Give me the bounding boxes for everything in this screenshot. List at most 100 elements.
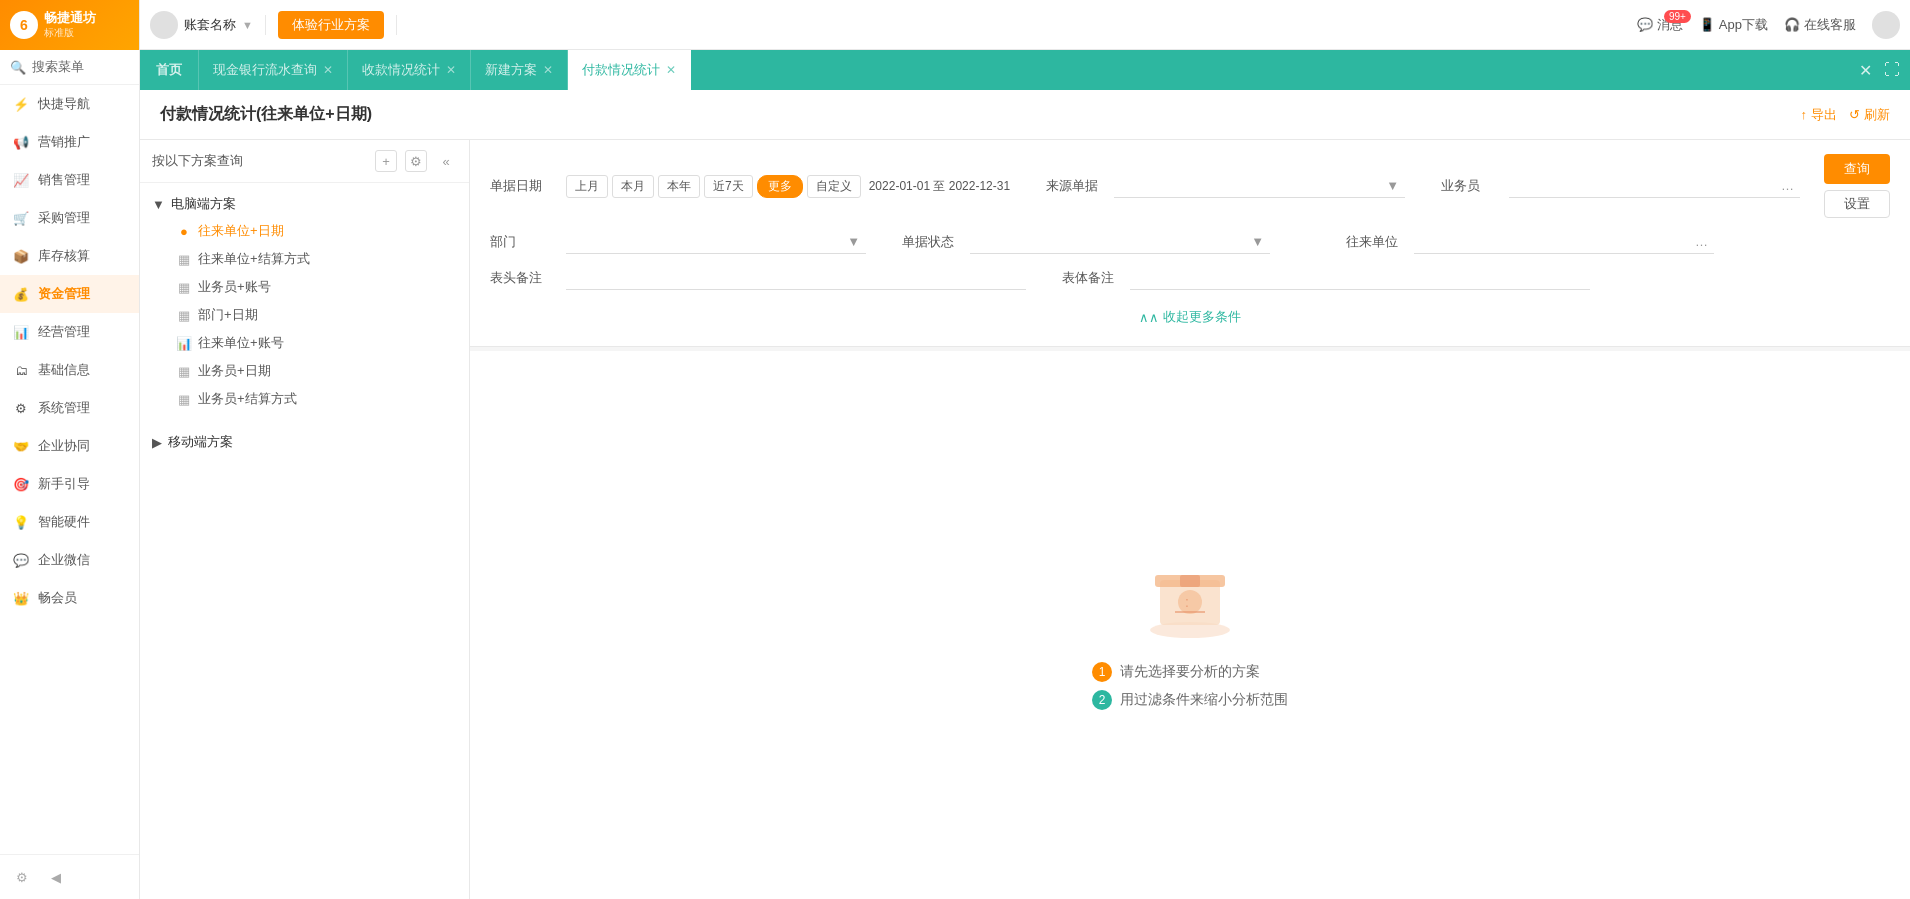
sidebar-item-inventory[interactable]: 📦 库存核算 xyxy=(0,237,139,275)
operations-icon: 📊 xyxy=(12,323,30,341)
last-7-days-btn[interactable]: 近7天 xyxy=(704,175,753,198)
query-btn[interactable]: 查询 xyxy=(1824,154,1890,184)
messages-btn[interactable]: 💬 消息 99+ xyxy=(1637,16,1683,34)
sidebar-item-basic-info[interactable]: 🗂 基础信息 xyxy=(0,351,139,389)
this-year-btn[interactable]: 本年 xyxy=(658,175,700,198)
tab-bar: 首页 现金银行流水查询 ✕ 收款情况统计 ✕ 新建方案 ✕ 付款情况统计 ✕ ✕… xyxy=(140,50,1910,90)
tab-new-scheme[interactable]: 新建方案 ✕ xyxy=(471,50,568,90)
tab-receipt-stats-close[interactable]: ✕ xyxy=(446,63,456,77)
chevron-down-icon[interactable]: ▼ xyxy=(242,19,253,31)
more-date-btn[interactable]: 更多 xyxy=(757,175,803,198)
collapse-label: 收起更多条件 xyxy=(1163,308,1241,326)
basic-info-icon: 🗂 xyxy=(12,361,30,379)
salesman-label: 业务员 xyxy=(1441,177,1501,195)
tab-bank-flow-close[interactable]: ✕ xyxy=(323,63,333,77)
settings-btn[interactable]: 设置 xyxy=(1824,190,1890,218)
sidebar-item-operations[interactable]: 📊 经营管理 xyxy=(0,313,139,351)
scheme-item-dept-date[interactable]: ▦ 部门+日期 xyxy=(168,301,457,329)
desktop-group-header[interactable]: ▼ 电脑端方案 xyxy=(152,191,457,217)
scheme-item-salesman-payment[interactable]: ▦ 业务员+结算方式 xyxy=(168,385,457,413)
close-tab-icon[interactable]: ✕ xyxy=(1859,61,1872,80)
avatar xyxy=(150,11,178,39)
search-menu[interactable]: 🔍 搜索菜单 xyxy=(0,50,139,85)
tab-receipt-stats[interactable]: 收款情况统计 ✕ xyxy=(348,50,471,90)
sidebar-item-label: 资金管理 xyxy=(38,285,90,303)
sidebar-item-purchase[interactable]: 🛒 采购管理 xyxy=(0,199,139,237)
sidebar-item-marketing[interactable]: 📢 营销推广 xyxy=(0,123,139,161)
sidebar-item-label: 系统管理 xyxy=(38,399,90,417)
doc-status-select[interactable]: ▼ xyxy=(970,230,1270,254)
scheme-item-label: 部门+日期 xyxy=(198,306,258,324)
sidebar-item-sales[interactable]: 📈 销售管理 xyxy=(0,161,139,199)
tab-payment-stats[interactable]: 付款情况统计 ✕ xyxy=(568,50,691,90)
collapse-panel-btn[interactable]: « xyxy=(435,150,457,172)
collapse-filter-btn[interactable]: ∧∧ 收起更多条件 xyxy=(1133,302,1247,332)
sidebar-item-cooperation[interactable]: 🤝 企业协同 xyxy=(0,427,139,465)
date-range-display: 2022-01-01 至 2022-12-31 xyxy=(869,178,1010,195)
source-doc-select[interactable]: ▼ xyxy=(1114,174,1405,198)
body-notes-label: 表体备注 xyxy=(1062,269,1122,287)
scheme-item-salesman-account[interactable]: ▦ 业务员+账号 xyxy=(168,273,457,301)
tab-home[interactable]: 首页 xyxy=(140,50,199,90)
mobile-group-header[interactable]: ▶ 移动端方案 xyxy=(152,429,457,455)
hint-text-1: 请先选择要分析的方案 xyxy=(1120,663,1260,681)
top-nav: 账套名称 ▼ 体验行业方案 💬 消息 99+ 📱 App下载 🎧 在线客服 xyxy=(140,0,1910,50)
date-buttons: 上月 本月 本年 近7天 更多 自定义 2022-01-01 至 2022-12… xyxy=(566,175,1010,198)
salesman-select[interactable]: … xyxy=(1509,174,1800,198)
tab-receipt-stats-label: 收款情况统计 xyxy=(362,61,440,79)
online-service-btn[interactable]: 🎧 在线客服 xyxy=(1784,16,1856,34)
purchase-icon: 🛒 xyxy=(12,209,30,227)
collapse-sidebar-icon[interactable]: ◀ xyxy=(44,865,68,889)
sidebar-item-capital[interactable]: 💰 资金管理 xyxy=(0,275,139,313)
app-download-label: App下载 xyxy=(1719,16,1768,34)
sidebar-item-guide[interactable]: 🎯 新手引导 xyxy=(0,465,139,503)
left-scheme-panel: 按以下方案查询 + ⚙ « ▼ 电脑端方案 ● 往来单位+日期 xyxy=(140,140,470,899)
inventory-icon: 📦 xyxy=(12,247,30,265)
scheme-item-label: 往来单位+结算方式 xyxy=(198,250,310,268)
sidebar-item-enterprise-wx[interactable]: 💬 企业微信 xyxy=(0,541,139,579)
tab-payment-stats-close[interactable]: ✕ xyxy=(666,63,676,77)
this-month-btn[interactable]: 本月 xyxy=(612,175,654,198)
tab-new-scheme-label: 新建方案 xyxy=(485,61,537,79)
add-scheme-btn[interactable]: + xyxy=(375,150,397,172)
desktop-group-arrow: ▼ xyxy=(152,197,165,212)
app-download-btn[interactable]: 📱 App下载 xyxy=(1699,16,1768,34)
settings-footer-icon[interactable]: ⚙ xyxy=(10,865,34,889)
sidebar-item-label: 销售管理 xyxy=(38,171,90,189)
export-icon: ↑ xyxy=(1801,107,1808,122)
member-icon: 👑 xyxy=(12,589,30,607)
tab-bank-flow[interactable]: 现金银行流水查询 ✕ xyxy=(199,50,348,90)
sidebar-item-quick-nav[interactable]: ⚡ 快捷导航 xyxy=(0,85,139,123)
custom-date-btn[interactable]: 自定义 xyxy=(807,175,861,198)
scheme-item-salesman-date[interactable]: ▦ 业务员+日期 xyxy=(168,357,457,385)
dept-select[interactable]: ▼ xyxy=(566,230,866,254)
sidebar-item-smart-hw[interactable]: 💡 智能硬件 xyxy=(0,503,139,541)
filter-row-2: 部门 ▼ 单据状态 ▼ 往来单 xyxy=(490,230,1890,254)
sidebar-item-label: 畅会员 xyxy=(38,589,77,607)
user-avatar-top[interactable] xyxy=(1872,11,1900,39)
desktop-group-label: 电脑端方案 xyxy=(171,195,236,213)
divider xyxy=(265,15,266,35)
mobile-group-arrow: ▶ xyxy=(152,435,162,450)
scheme-item-unit-payment[interactable]: ▦ 往来单位+结算方式 xyxy=(168,245,457,273)
scheme-item-unit-date[interactable]: ● 往来单位+日期 xyxy=(168,217,457,245)
app-edition: 标准版 xyxy=(44,26,96,40)
header-notes-input[interactable] xyxy=(566,266,1026,290)
svg-point-4 xyxy=(1178,590,1202,614)
tab-new-scheme-close[interactable]: ✕ xyxy=(543,63,553,77)
body-notes-input[interactable] xyxy=(1130,266,1590,290)
related-unit-select[interactable]: … xyxy=(1414,230,1714,254)
tab-bar-end: ✕ ⛶ xyxy=(1849,50,1910,90)
industry-btn[interactable]: 体验行业方案 xyxy=(278,11,384,39)
doc-date-label: 单据日期 xyxy=(490,177,550,195)
scheme-item-unit-account[interactable]: 📊 往来单位+账号 xyxy=(168,329,457,357)
refresh-icon: ↺ xyxy=(1849,107,1860,122)
refresh-btn[interactable]: ↺ 刷新 xyxy=(1849,106,1890,124)
sidebar-item-member[interactable]: 👑 畅会员 xyxy=(0,579,139,617)
export-btn[interactable]: ↑ 导出 xyxy=(1801,106,1838,124)
last-month-btn[interactable]: 上月 xyxy=(566,175,608,198)
sidebar-item-system[interactable]: ⚙ 系统管理 xyxy=(0,389,139,427)
settings-scheme-btn[interactable]: ⚙ xyxy=(405,150,427,172)
expand-icon[interactable]: ⛶ xyxy=(1884,61,1900,79)
cooperation-icon: 🤝 xyxy=(12,437,30,455)
